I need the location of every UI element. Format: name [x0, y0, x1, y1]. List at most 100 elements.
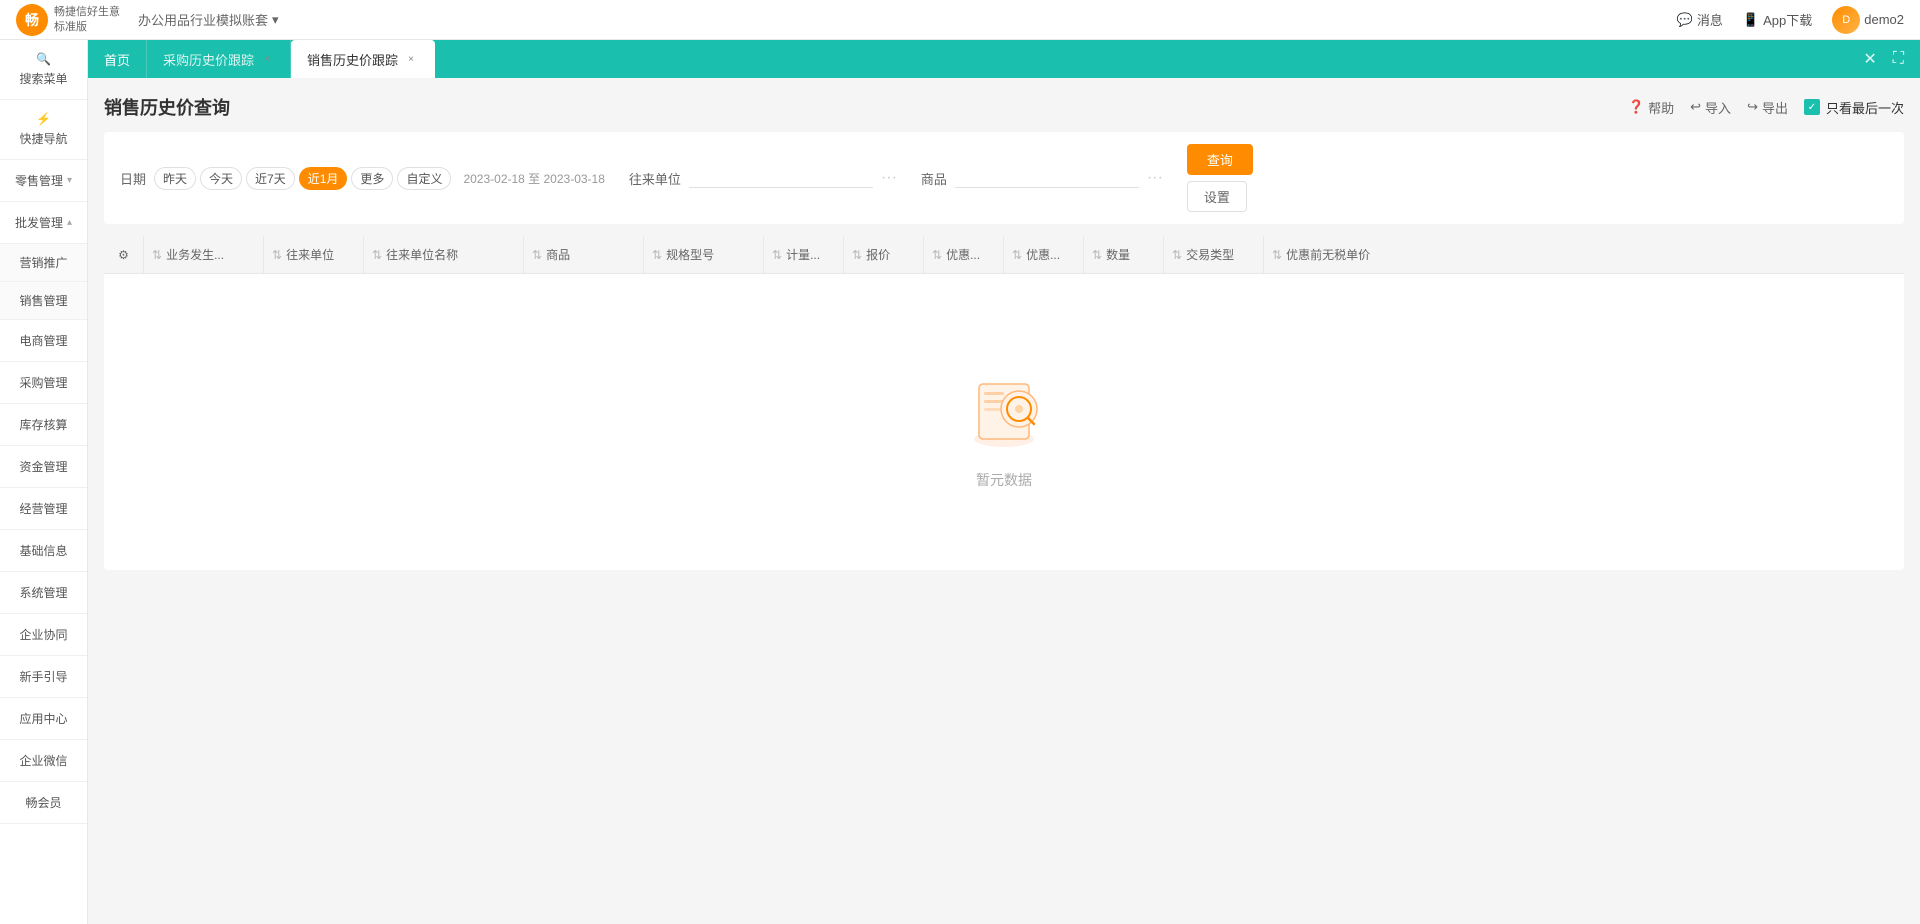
- search-icon: 🔍: [36, 52, 51, 66]
- logo-area: 畅 畅捷信好生意 标准版: [16, 4, 120, 36]
- date-btn-more[interactable]: 更多: [351, 167, 393, 190]
- sidebar-item-member[interactable]: 畅会员: [0, 782, 87, 824]
- download-icon: 📱: [1743, 12, 1759, 28]
- sidebar-item-sales-mgmt[interactable]: 销售管理: [0, 282, 87, 320]
- th-discount2[interactable]: ⇅ 优惠...: [1004, 236, 1084, 273]
- sidebar-item-wechat[interactable]: 企业微信: [0, 740, 87, 782]
- sidebar-item-wholesale[interactable]: 批发管理 ▴: [0, 202, 87, 244]
- table-container: ⚙ ⇅ 业务发生... ⇅ 往来单位 ⇅ 往来单位名称: [104, 236, 1904, 570]
- date-btn-today[interactable]: 今天: [200, 167, 242, 190]
- th-pre-tax-price[interactable]: ⇅ 优惠前无税单价: [1264, 236, 1444, 273]
- help-icon: ❓: [1628, 99, 1644, 115]
- tab-close-all-button[interactable]: ✕: [1859, 45, 1880, 73]
- th-business-date[interactable]: ⇅ 业务发生...: [144, 236, 264, 273]
- main-layout: 🔍 搜索菜单 ⚡ 快捷导航 零售管理 ▾ 批发管理 ▴ 营销推广 销售管理 电商…: [0, 40, 1920, 924]
- sidebar: 🔍 搜索菜单 ⚡ 快捷导航 零售管理 ▾ 批发管理 ▴ 营销推广 销售管理 电商…: [0, 40, 88, 924]
- sidebar-item-ecommerce[interactable]: 电商管理: [0, 320, 87, 362]
- tab-bar: 首页 采购历史价跟踪 × 销售历史价跟踪 × ✕ ⛶: [88, 40, 1920, 78]
- th-transaction-type[interactable]: ⇅ 交易类型: [1164, 236, 1264, 273]
- tab-close-sales[interactable]: ×: [404, 52, 418, 66]
- partner-input[interactable]: [689, 168, 873, 188]
- empty-illustration: [954, 354, 1054, 454]
- sidebar-item-quick-nav[interactable]: ⚡ 快捷导航: [0, 100, 87, 160]
- logo-text: 畅捷信好生意 标准版: [54, 5, 120, 34]
- goods-picker-button[interactable]: ···: [1147, 169, 1163, 187]
- date-btn-7days[interactable]: 近7天: [246, 167, 295, 190]
- top-header: 畅 畅捷信好生意 标准版 办公用品行业模拟账套 ▾ 💬 消息 📱 App下载 D…: [0, 0, 1920, 40]
- only-last-checkbox[interactable]: ✓ 只看最后一次: [1804, 98, 1904, 117]
- th-quantity[interactable]: ⇅ 数量: [1084, 236, 1164, 273]
- partner-filter-group: 往来单位 ···: [629, 168, 897, 188]
- tab-maximize-button[interactable]: ⛶: [1889, 46, 1908, 72]
- th-partner-code[interactable]: ⇅ 往来单位: [264, 236, 364, 273]
- import-icon: ↩: [1690, 99, 1701, 115]
- sidebar-item-purchase[interactable]: 采购管理: [0, 362, 87, 404]
- tab-sales-history[interactable]: 销售历史价跟踪 ×: [291, 40, 435, 78]
- tab-close-purchase[interactable]: ×: [260, 52, 274, 66]
- th-unit[interactable]: ⇅ 计量...: [764, 236, 844, 273]
- sidebar-item-inventory[interactable]: 库存核算: [0, 404, 87, 446]
- sort-icon: ⇅: [1172, 248, 1182, 262]
- date-buttons: 昨天 今天 近7天 近1月 更多 自定义: [154, 167, 451, 190]
- sidebar-item-operations[interactable]: 经营管理: [0, 488, 87, 530]
- sidebar-item-finance[interactable]: 资金管理: [0, 446, 87, 488]
- query-button[interactable]: 查询: [1187, 144, 1253, 175]
- date-btn-1month[interactable]: 近1月: [299, 167, 348, 190]
- empty-state: 暂元数据: [104, 274, 1904, 570]
- sort-icon: ⇅: [932, 248, 942, 262]
- page-actions: ❓ 帮助 ↩ 导入 ↪ 导出 ✓ 只看最后一次: [1628, 98, 1904, 117]
- export-icon: ↪: [1747, 99, 1758, 115]
- sort-icon: ⇅: [272, 248, 282, 262]
- sidebar-item-guide[interactable]: 新手引导: [0, 656, 87, 698]
- tab-home[interactable]: 首页: [88, 40, 147, 78]
- sort-icon: ⇅: [852, 248, 862, 262]
- user-menu[interactable]: D demo2: [1832, 6, 1904, 34]
- checkbox-icon: ✓: [1804, 99, 1820, 115]
- goods-filter-group: 商品 ···: [921, 168, 1163, 188]
- sidebar-item-system[interactable]: 系统管理: [0, 572, 87, 614]
- page-header: 销售历史价查询 ❓ 帮助 ↩ 导入 ↪ 导出 ✓: [104, 94, 1904, 120]
- message-button[interactable]: 💬 消息: [1677, 10, 1723, 29]
- th-spec[interactable]: ⇅ 规格型号: [644, 236, 764, 273]
- header-left: 畅 畅捷信好生意 标准版 办公用品行业模拟账套 ▾: [16, 4, 287, 36]
- app-download-button[interactable]: 📱 App下载: [1743, 10, 1812, 29]
- sort-icon: ⇅: [1012, 248, 1022, 262]
- app-selector[interactable]: 办公用品行业模拟账套 ▾: [130, 6, 287, 33]
- partner-label: 往来单位: [629, 169, 681, 188]
- goods-input[interactable]: [955, 168, 1139, 188]
- sort-icon: ⇅: [1092, 248, 1102, 262]
- sidebar-item-enterprise[interactable]: 企业协同: [0, 614, 87, 656]
- th-quote[interactable]: ⇅ 报价: [844, 236, 924, 273]
- avatar: D: [1832, 6, 1860, 34]
- message-icon: 💬: [1677, 12, 1693, 28]
- chevron-down-icon: ▾: [67, 175, 72, 186]
- sort-icon: ⇅: [652, 248, 662, 262]
- sidebar-item-basic-info[interactable]: 基础信息: [0, 530, 87, 572]
- empty-text: 暂元数据: [976, 470, 1032, 490]
- settings-button[interactable]: 设置: [1187, 181, 1247, 212]
- sidebar-item-search-menu[interactable]: 🔍 搜索菜单: [0, 40, 87, 100]
- filter-buttons: 查询 设置: [1187, 144, 1253, 212]
- date-btn-yesterday[interactable]: 昨天: [154, 167, 196, 190]
- sidebar-item-app-center[interactable]: 应用中心: [0, 698, 87, 740]
- logo-icon: 畅: [16, 4, 48, 36]
- tab-purchase-history[interactable]: 采购历史价跟踪 ×: [147, 40, 291, 78]
- export-button[interactable]: ↪ 导出: [1747, 98, 1788, 117]
- th-goods[interactable]: ⇅ 商品: [524, 236, 644, 273]
- th-discount1[interactable]: ⇅ 优惠...: [924, 236, 1004, 273]
- tab-bar-actions: ✕ ⛶: [1859, 45, 1920, 73]
- date-btn-custom[interactable]: 自定义: [397, 167, 451, 190]
- partner-picker-button[interactable]: ···: [881, 169, 897, 187]
- table-header: ⚙ ⇅ 业务发生... ⇅ 往来单位 ⇅ 往来单位名称: [104, 236, 1904, 274]
- th-partner-name[interactable]: ⇅ 往来单位名称: [364, 236, 524, 273]
- sort-icon: ⇅: [372, 248, 382, 262]
- gear-icon: ⚙: [118, 248, 129, 262]
- filter-row: 日期 昨天 今天 近7天 近1月 更多 自定义 2023-02-18 至 202…: [104, 132, 1904, 224]
- import-button[interactable]: ↩ 导入: [1690, 98, 1731, 117]
- sidebar-item-marketing[interactable]: 营销推广: [0, 244, 87, 282]
- help-button[interactable]: ❓ 帮助: [1628, 98, 1674, 117]
- nav-icon: ⚡: [36, 112, 51, 126]
- th-gear[interactable]: ⚙: [104, 236, 144, 273]
- content-area: 首页 采购历史价跟踪 × 销售历史价跟踪 × ✕ ⛶ 销售历史价查询: [88, 40, 1920, 924]
- sidebar-item-retail[interactable]: 零售管理 ▾: [0, 160, 87, 202]
